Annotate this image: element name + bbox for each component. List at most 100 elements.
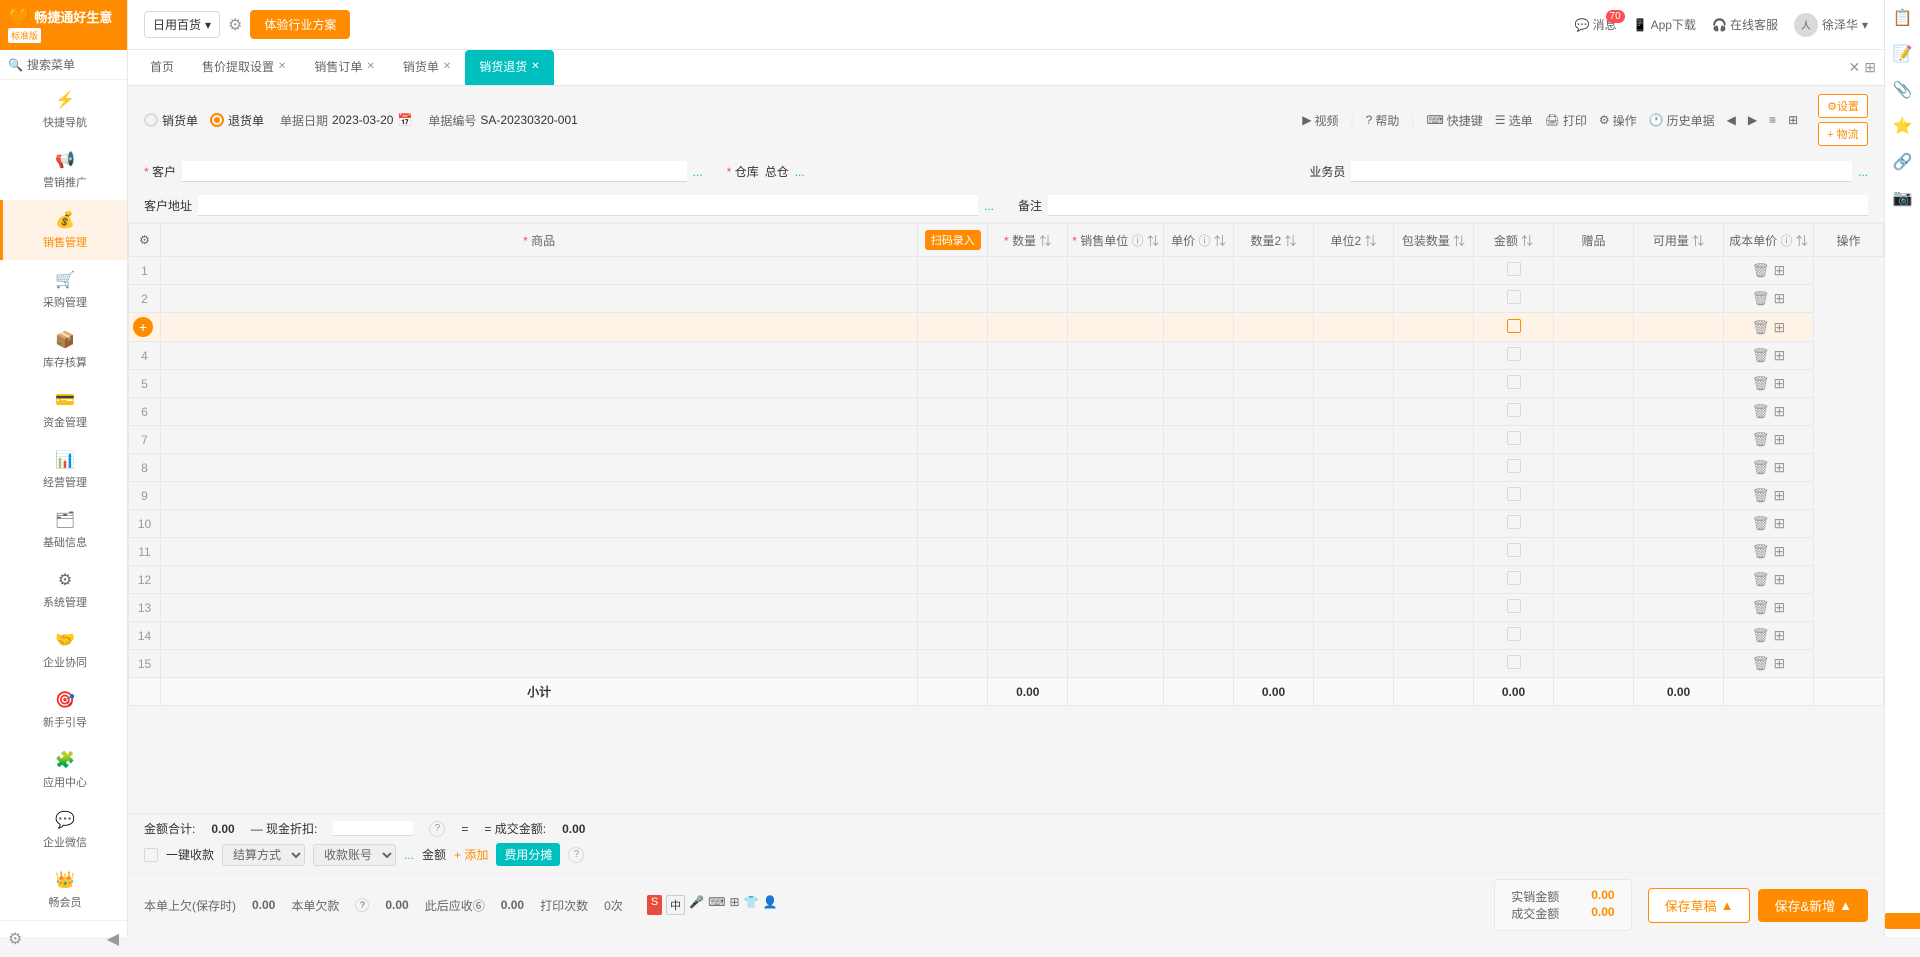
one-click-checkbox[interactable] [144,848,158,862]
toolbar-history[interactable]: 🕐 历史单据 [1649,112,1715,129]
calendar-icon[interactable]: 📅 [397,113,412,127]
price-cell[interactable] [1068,482,1164,510]
gift-cell[interactable] [1474,370,1554,398]
tab-price-setting-close[interactable]: ✕ [278,61,286,72]
fee-split-btn[interactable]: 费用分摊 [496,843,560,866]
gift-cell[interactable] [1474,285,1554,313]
cost-cell[interactable] [1634,510,1724,538]
customer-more[interactable]: ... [693,165,703,179]
tab-sales-order-close[interactable]: ✕ [366,61,374,72]
search-menu[interactable]: 🔍 搜索菜单 [0,50,127,80]
unit2-cell[interactable] [1234,342,1314,370]
qty-cell[interactable] [918,510,988,538]
th-price-info[interactable]: ⓘ [1198,234,1210,248]
product-input[interactable] [165,320,913,334]
amount-cell[interactable] [1394,566,1474,594]
gift-checkbox[interactable] [1507,487,1521,501]
unit-cell[interactable] [988,650,1068,678]
sidebar-item-apps[interactable]: 🧩 应用中心 [0,740,127,800]
product-cell[interactable] [161,257,918,285]
delete-op-icon[interactable]: 🗑 [1752,319,1770,335]
gift-checkbox[interactable] [1507,431,1521,445]
sidebar-item-system[interactable]: ⚙ 系统管理 [0,560,127,620]
topbar-gear-icon[interactable]: ⚙ [228,15,242,35]
sidebar-item-sales[interactable]: 💰 销售管理 [0,200,127,260]
gift-cell[interactable] [1474,342,1554,370]
amount-cell[interactable] [1394,594,1474,622]
tab-sales-order[interactable]: 销售订单 ✕ [300,50,388,85]
delete-op-icon[interactable]: 🗑 [1752,403,1770,419]
product-cell[interactable] [161,594,918,622]
sidebar-item-basics[interactable]: 🗂 基础信息 [0,500,127,560]
gift-checkbox[interactable] [1507,599,1521,613]
unit2-cell[interactable] [1234,454,1314,482]
delete-op-icon[interactable]: 🗑 [1752,459,1770,475]
copy-op-icon[interactable]: ⊞ [1774,543,1786,559]
unit-cell[interactable] [988,566,1068,594]
cost-cell[interactable] [1634,650,1724,678]
user-menu[interactable]: 人 徐泽华 ▾ [1794,13,1868,37]
pkg-cell[interactable] [1314,370,1394,398]
th-gear[interactable]: ⚙ [129,224,161,257]
avail-cell[interactable] [1554,594,1634,622]
gift-cell[interactable] [1474,538,1554,566]
toolbar-prev[interactable]: ◀ [1727,113,1736,127]
unit2-cell[interactable] [1234,510,1314,538]
sidebar-item-quick-nav[interactable]: ⚡ 快捷导航 [0,80,127,140]
account-label-select[interactable]: 收款账号 [313,844,396,866]
product-cell[interactable] [161,650,918,678]
rp-clipboard-icon[interactable]: 📋 [1893,8,1913,28]
unit-cell[interactable] [988,482,1068,510]
gift-cell[interactable] [1474,510,1554,538]
qty2-cell[interactable] [1164,370,1234,398]
settings-bottom-icon[interactable]: ⚙ [8,929,22,949]
qty-cell[interactable] [918,398,988,426]
pkg-cell[interactable] [1314,454,1394,482]
price-cell[interactable] [1068,285,1164,313]
discount-info[interactable]: ? [429,821,445,837]
qty-cell[interactable] [918,370,988,398]
toolbar-next[interactable]: ▶ [1748,113,1757,127]
qty2-cell[interactable] [1164,538,1234,566]
price-cell[interactable] [1068,454,1164,482]
product-cell[interactable] [161,622,918,650]
warehouse-more[interactable]: ... [795,165,805,179]
pkg-cell[interactable] [1314,510,1394,538]
remark-input[interactable] [1048,195,1868,216]
gift-checkbox[interactable] [1507,571,1521,585]
th-price-sort[interactable]: ⇅ [1214,234,1226,248]
qty2-cell[interactable] [1164,426,1234,454]
product-cell[interactable] [161,566,918,594]
add-row-btn[interactable]: + [133,317,153,337]
gift-checkbox[interactable] [1507,375,1521,389]
address-more[interactable]: ... [984,199,994,213]
calc-method-select[interactable]: 结算方式 [222,844,305,866]
gift-cell[interactable] [1474,426,1554,454]
qty-cell[interactable] [918,566,988,594]
unit2-cell[interactable] [1234,313,1314,342]
pkg-cell[interactable] [1314,313,1394,342]
qty2-cell[interactable] [1164,622,1234,650]
th-unit-sort[interactable]: ⇅ [1147,234,1159,248]
delete-op-icon[interactable]: 🗑 [1752,262,1770,278]
pkg-cell[interactable] [1314,538,1394,566]
qty-cell[interactable] [918,257,988,285]
product-cell[interactable] [161,398,918,426]
unit-cell[interactable] [988,622,1068,650]
avail-cell[interactable] [1554,257,1634,285]
sidebar-item-guide[interactable]: 🎯 新手引导 [0,680,127,740]
copy-op-icon[interactable]: ⊞ [1774,627,1786,643]
keyboard-icon[interactable]: ⌨ [708,895,725,915]
th-qty2-sort[interactable]: ⇅ [1285,234,1297,248]
gift-cell[interactable] [1474,594,1554,622]
cost-cell[interactable] [1634,426,1724,454]
save-draft-btn[interactable]: 保存草稿 ▲ [1648,888,1751,923]
price-cell[interactable] [1068,398,1164,426]
copy-op-icon[interactable]: ⊞ [1774,599,1786,615]
delete-op-icon[interactable]: 🗑 [1752,515,1770,531]
tab-sales-return[interactable]: 销货退货 ✕ [465,50,553,85]
amount-cell[interactable] [1394,454,1474,482]
th-unit2-sort[interactable]: ⇅ [1365,234,1377,248]
discount-input[interactable] [333,821,413,836]
avail-cell[interactable] [1554,622,1634,650]
